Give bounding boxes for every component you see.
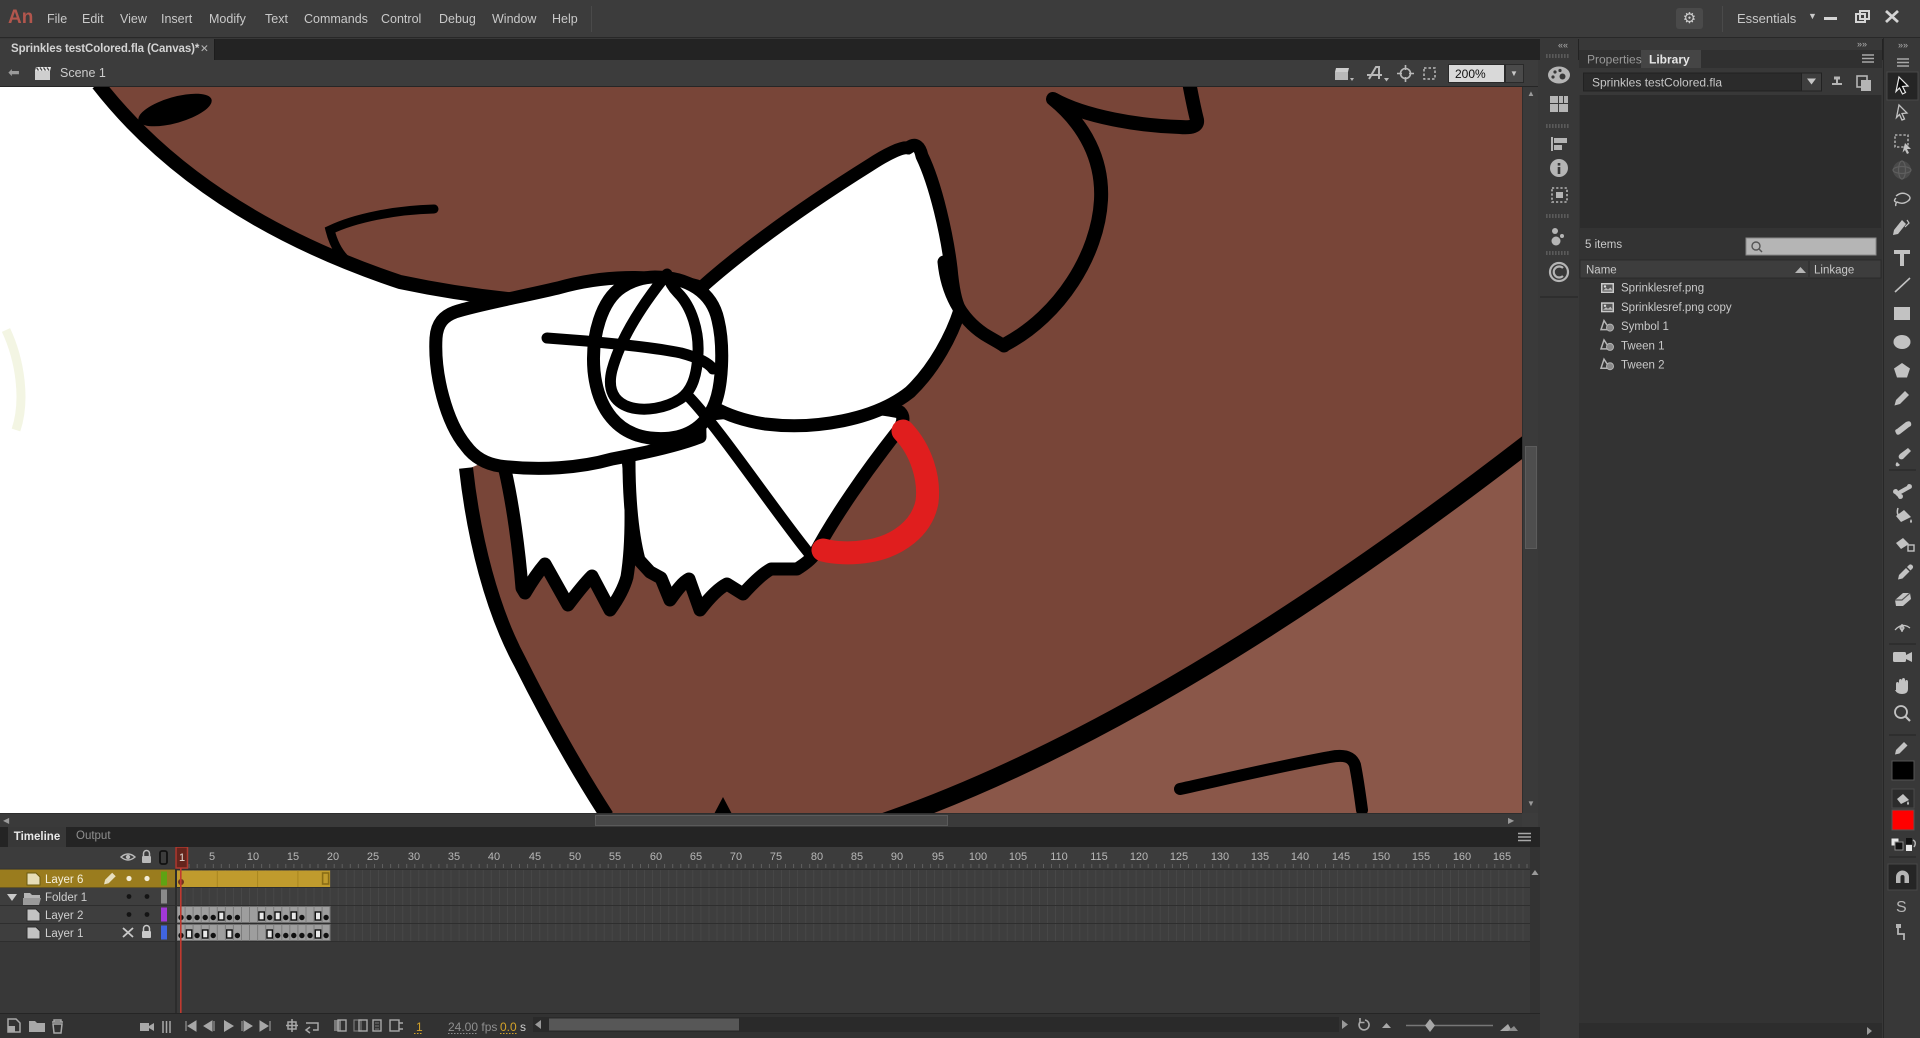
svg-text:65: 65 xyxy=(690,851,702,863)
svg-text:125: 125 xyxy=(1170,851,1188,863)
svg-text:90: 90 xyxy=(891,851,903,863)
svg-text:0.0: 0.0 xyxy=(500,1020,517,1034)
svg-text:Tween 1: Tween 1 xyxy=(1621,340,1664,352)
svg-text:70: 70 xyxy=(730,851,742,863)
svg-text:5 items: 5 items xyxy=(1585,239,1622,251)
svg-text:165: 165 xyxy=(1493,851,1511,863)
svg-text:145: 145 xyxy=(1332,851,1350,863)
svg-text:»»: »» xyxy=(1898,40,1908,50)
svg-text:««: «« xyxy=(1558,40,1568,50)
svg-text:85: 85 xyxy=(851,851,863,863)
svg-text:130: 130 xyxy=(1211,851,1229,863)
svg-text:10: 10 xyxy=(247,851,259,863)
svg-text:120: 120 xyxy=(1130,851,1148,863)
svg-text:150: 150 xyxy=(1372,851,1390,863)
svg-text:1: 1 xyxy=(416,1020,423,1034)
svg-text:50: 50 xyxy=(569,851,581,863)
svg-text:45: 45 xyxy=(529,851,541,863)
svg-text:55: 55 xyxy=(609,851,621,863)
svg-text:Layer 1: Layer 1 xyxy=(45,928,83,940)
svg-text:105: 105 xyxy=(1009,851,1027,863)
svg-text:75: 75 xyxy=(770,851,782,863)
svg-text:Sprinklesref.png copy: Sprinklesref.png copy xyxy=(1621,302,1732,314)
svg-text:15: 15 xyxy=(287,851,299,863)
svg-text:»»: »» xyxy=(1857,39,1867,49)
svg-text:Tween 2: Tween 2 xyxy=(1621,360,1664,372)
svg-text:Name: Name xyxy=(1586,265,1617,277)
svg-text:1: 1 xyxy=(179,852,185,864)
svg-text:Linkage: Linkage xyxy=(1814,265,1854,277)
svg-text:60: 60 xyxy=(650,851,662,863)
svg-text:Layer 6: Layer 6 xyxy=(45,874,83,886)
svg-text:20: 20 xyxy=(327,851,339,863)
svg-text:160: 160 xyxy=(1453,851,1471,863)
svg-text:35: 35 xyxy=(448,851,460,863)
svg-text:30: 30 xyxy=(408,851,420,863)
svg-text:Sprinkles testColored.fla: Sprinkles testColored.fla xyxy=(1592,76,1722,90)
svg-text:Library: Library xyxy=(1649,53,1690,67)
svg-text:95: 95 xyxy=(932,851,944,863)
svg-text:100: 100 xyxy=(969,851,987,863)
svg-text:115: 115 xyxy=(1090,851,1108,863)
svg-text:135: 135 xyxy=(1251,851,1269,863)
svg-text:155: 155 xyxy=(1412,851,1430,863)
svg-text:Symbol 1: Symbol 1 xyxy=(1621,321,1669,333)
svg-text:24.00 fps: 24.00 fps xyxy=(448,1020,497,1034)
svg-text:Properties: Properties xyxy=(1587,53,1642,67)
svg-text:40: 40 xyxy=(488,851,500,863)
svg-text:s: s xyxy=(520,1020,526,1034)
svg-text:Sprinklesref.png: Sprinklesref.png xyxy=(1621,283,1704,295)
svg-text:80: 80 xyxy=(811,851,823,863)
svg-text:110: 110 xyxy=(1050,851,1068,863)
svg-text:25: 25 xyxy=(367,851,379,863)
svg-text:Folder 1: Folder 1 xyxy=(45,892,87,904)
svg-text:5: 5 xyxy=(209,851,215,863)
svg-text:Layer 2: Layer 2 xyxy=(45,910,83,922)
svg-text:S: S xyxy=(1896,899,1907,916)
svg-text:140: 140 xyxy=(1291,851,1309,863)
